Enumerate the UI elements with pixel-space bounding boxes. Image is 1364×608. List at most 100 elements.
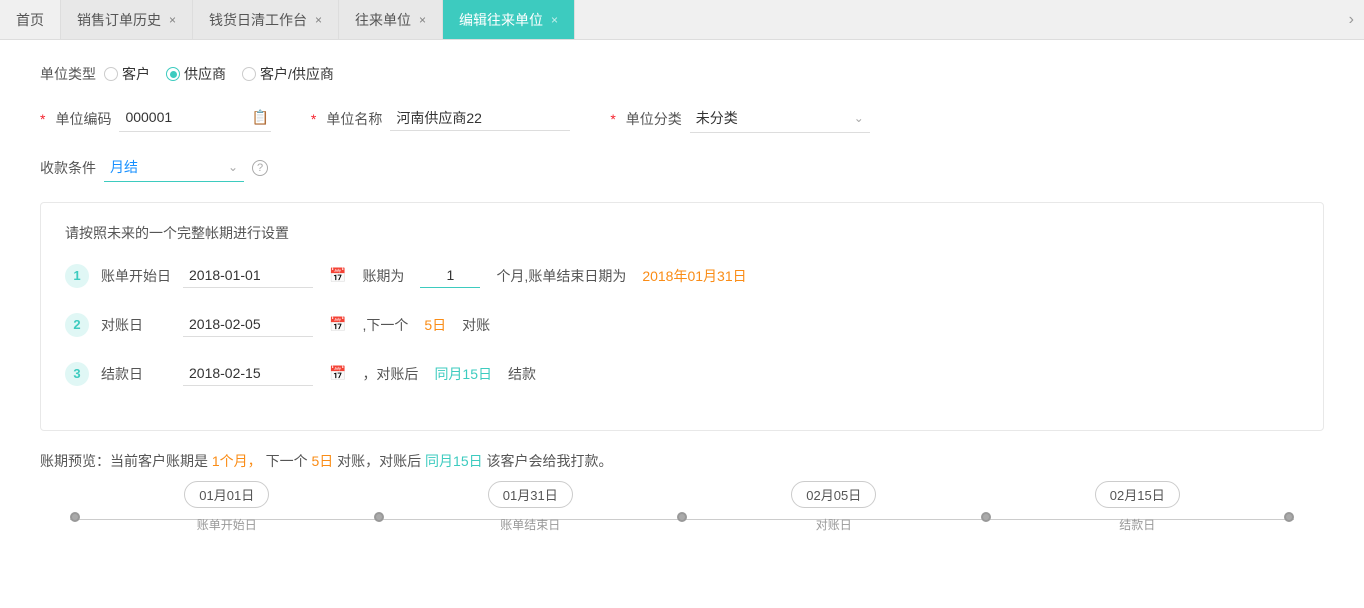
payment-terms-label: 收款条件 bbox=[40, 158, 96, 178]
unit-category-select[interactable]: 未分类 ⌄ bbox=[690, 104, 870, 133]
unit-category-arrow: ⌄ bbox=[854, 111, 864, 125]
step-3-highlight: 同月15日 bbox=[434, 364, 492, 384]
timeline-point-4 bbox=[981, 512, 991, 522]
timeline-point-3 bbox=[677, 512, 687, 522]
tab-cash-desk-label: 钱货日清工作台 bbox=[209, 10, 307, 30]
step-1-label: 账单开始日 bbox=[101, 266, 171, 286]
radio-supplier[interactable]: 供应商 bbox=[166, 64, 226, 84]
unit-name-star: * bbox=[311, 111, 316, 127]
step-2-calendar-icon[interactable]: 📅 bbox=[329, 316, 346, 333]
payment-terms-value: 月结 bbox=[110, 157, 224, 177]
timeline-date-box-3: 02月05日 bbox=[791, 481, 876, 508]
unit-code-copy-icon[interactable]: 📋 bbox=[249, 107, 270, 128]
preview-payment-day: 同月15日 bbox=[425, 453, 483, 469]
step-3-prefix: ，对账后 bbox=[362, 364, 418, 384]
timeline-segment-3: 02月05日 对账日 bbox=[687, 481, 981, 533]
radio-customer-label: 客户 bbox=[122, 64, 150, 84]
step-1-date-input[interactable] bbox=[183, 263, 313, 288]
unit-code-input[interactable] bbox=[119, 105, 249, 129]
preview-reconcile-text: 对账，对账后 bbox=[337, 453, 421, 469]
step-1-period-unit: 个月,账单结束日期为 bbox=[496, 266, 626, 286]
radio-customer[interactable]: 客户 bbox=[104, 64, 150, 84]
billing-period-card: 请按照未来的一个完整帐期进行设置 1 账单开始日 📅 账期为 个月,账单结束日期… bbox=[40, 202, 1324, 431]
main-content: 单位类型 客户 供应商 客户/供应商 * 单位编码 bbox=[0, 40, 1364, 608]
timeline-dot-2 bbox=[374, 512, 384, 522]
unit-name-group: * 单位名称 bbox=[311, 106, 570, 131]
timeline-label-4: 结款日 bbox=[1119, 516, 1155, 533]
step-1-period-end: 2018年01月31日 bbox=[642, 266, 746, 286]
step-1-row: 1 账单开始日 📅 账期为 个月,账单结束日期为 2018年01月31日 bbox=[65, 263, 1299, 288]
timeline-label-1: 账单开始日 bbox=[197, 516, 257, 533]
tab-home[interactable]: 首页 bbox=[0, 0, 61, 39]
unit-type-group: 单位类型 客户 供应商 客户/供应商 bbox=[40, 64, 334, 84]
payment-terms-select[interactable]: 月结 ⌄ bbox=[104, 153, 244, 182]
radio-supplier-circle bbox=[166, 67, 180, 81]
step-2-row: 2 对账日 📅 ,下一个 5日 对账 bbox=[65, 312, 1299, 337]
step-1-calendar-icon[interactable]: 📅 bbox=[329, 267, 346, 284]
tab-edit-partner-label: 编辑往来单位 bbox=[459, 10, 543, 30]
timeline-dot-4 bbox=[981, 512, 991, 522]
preview-suffix: 该客户会给我打款。 bbox=[487, 453, 613, 469]
step-2-date-input[interactable] bbox=[183, 312, 313, 337]
tab-edit-partner[interactable]: 编辑往来单位 × bbox=[443, 0, 575, 39]
timeline-dot-5 bbox=[1284, 512, 1294, 522]
tab-sales-history-close[interactable]: × bbox=[169, 13, 176, 27]
preview-period: 1个月， bbox=[212, 453, 262, 469]
step-1-period-input[interactable] bbox=[420, 263, 480, 288]
unit-fields-row: * 单位编码 📋 * 单位名称 * 单位分类 未分类 ⌄ bbox=[40, 104, 1324, 133]
timeline-label-3: 对账日 bbox=[816, 516, 852, 533]
radio-group: 客户 供应商 客户/供应商 bbox=[104, 64, 334, 84]
unit-category-label: 单位分类 bbox=[626, 109, 682, 129]
unit-category-star: * bbox=[610, 111, 615, 127]
timeline-label-2: 账单结束日 bbox=[500, 516, 560, 533]
step-3-row: 3 结款日 📅 ，对账后 同月15日 结款 bbox=[65, 361, 1299, 386]
preview-reconcile-day: 5日 bbox=[311, 453, 333, 469]
timeline-dot-1 bbox=[70, 512, 80, 522]
unit-name-label: 单位名称 bbox=[326, 109, 382, 129]
radio-both-circle bbox=[242, 67, 256, 81]
timeline-dot-3 bbox=[677, 512, 687, 522]
unit-category-group: * 单位分类 未分类 ⌄ bbox=[610, 104, 869, 133]
timeline-date-box-4: 02月15日 bbox=[1095, 481, 1180, 508]
step-3-calendar-icon[interactable]: 📅 bbox=[329, 365, 346, 382]
step-3-date-input[interactable] bbox=[183, 361, 313, 386]
tab-partner[interactable]: 往来单位 × bbox=[339, 0, 443, 39]
unit-code-group: * 单位编码 📋 bbox=[40, 105, 271, 132]
step-2-highlight: 5日 bbox=[424, 315, 446, 335]
step-1-middle-text: 账期为 bbox=[362, 266, 404, 286]
preview-label: 账期预览：当前客户账期是 bbox=[40, 453, 208, 469]
unit-code-input-wrapper: 📋 bbox=[119, 105, 270, 132]
timeline-point-5 bbox=[1284, 512, 1294, 522]
unit-name-input[interactable] bbox=[390, 106, 570, 131]
payment-terms-arrow: ⌄ bbox=[228, 160, 238, 174]
timeline-container: 01月01日 账单开始日 01月31日 账单结束日 02月05日 对账日 bbox=[40, 491, 1324, 543]
unit-type-row: 单位类型 客户 供应商 客户/供应商 bbox=[40, 64, 1324, 84]
tab-cash-desk-close[interactable]: × bbox=[315, 13, 322, 27]
tab-cash-desk[interactable]: 钱货日清工作台 × bbox=[193, 0, 339, 39]
timeline-point-2 bbox=[374, 512, 384, 522]
tab-partner-label: 往来单位 bbox=[355, 10, 411, 30]
tab-overflow-arrow[interactable]: › bbox=[1339, 0, 1364, 39]
step-3-suffix: 结款 bbox=[508, 364, 536, 384]
tab-bar: 首页 销售订单历史 × 钱货日清工作台 × 往来单位 × 编辑往来单位 × › bbox=[0, 0, 1364, 40]
timeline-date-box-2: 01月31日 bbox=[488, 481, 573, 508]
timeline-segment-1: 01月01日 账单开始日 bbox=[80, 481, 374, 533]
step-3-number: 3 bbox=[65, 362, 89, 386]
step-3-label: 结款日 bbox=[101, 364, 171, 384]
step-2-number: 2 bbox=[65, 313, 89, 337]
timeline-point-1 bbox=[70, 512, 80, 522]
radio-supplier-label: 供应商 bbox=[184, 64, 226, 84]
unit-code-star: * bbox=[40, 111, 45, 127]
radio-both[interactable]: 客户/供应商 bbox=[242, 64, 334, 84]
tab-sales-history-label: 销售订单历史 bbox=[77, 10, 161, 30]
radio-both-label: 客户/供应商 bbox=[260, 64, 334, 84]
preview-reconcile-prefix: 下一个 bbox=[266, 453, 308, 469]
tab-sales-history[interactable]: 销售订单历史 × bbox=[61, 0, 193, 39]
unit-category-value: 未分类 bbox=[696, 108, 850, 128]
tab-partner-close[interactable]: × bbox=[419, 13, 426, 27]
card-title: 请按照未来的一个完整帐期进行设置 bbox=[65, 223, 1299, 243]
payment-terms-help-icon[interactable]: ? bbox=[252, 160, 268, 176]
payment-terms-group: 收款条件 月结 ⌄ ? bbox=[40, 153, 268, 182]
tab-edit-partner-close[interactable]: × bbox=[551, 13, 558, 27]
radio-customer-circle bbox=[104, 67, 118, 81]
